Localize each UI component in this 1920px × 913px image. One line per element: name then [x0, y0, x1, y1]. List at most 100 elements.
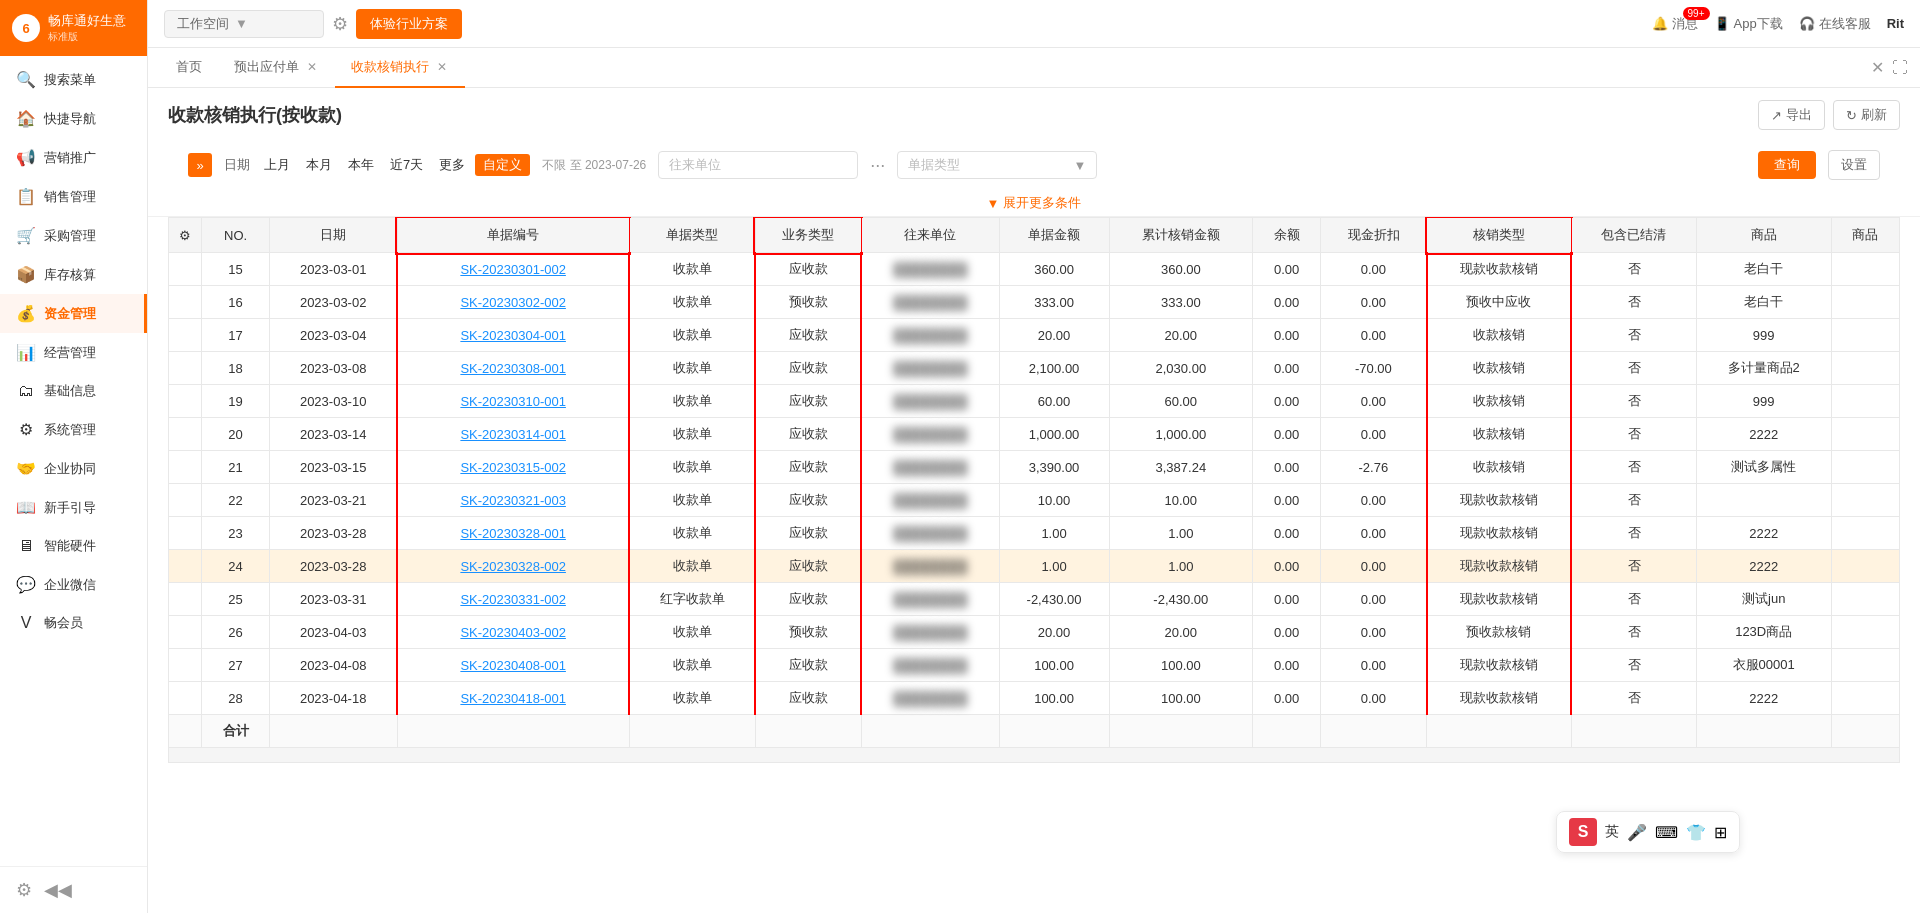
settings-icon[interactable]: ⚙ [16, 879, 32, 901]
cell-bill-type: 收款单 [629, 649, 755, 682]
sidebar-item-purchase[interactable]: 🛒 采购管理 [0, 216, 147, 255]
bill-no-link[interactable]: SK-20230308-001 [460, 361, 566, 376]
bill-no-link[interactable]: SK-20230321-003 [460, 493, 566, 508]
grid-icon[interactable]: ⊞ [1714, 823, 1727, 842]
sidebar-item-guide[interactable]: 📖 新手引导 [0, 488, 147, 527]
cell-cash-discount: 0.00 [1321, 253, 1427, 286]
refresh-button[interactable]: ↻ 刷新 [1833, 100, 1900, 130]
last-7days-btn[interactable]: 近7天 [384, 154, 429, 176]
more-filters-icon[interactable]: ··· [870, 155, 885, 176]
sidebar-item-weixin[interactable]: 💬 企业微信 [0, 565, 147, 604]
total-cell [1571, 715, 1696, 748]
mic-icon[interactable]: 🎤 [1627, 823, 1647, 842]
cell-writeoff-type: 现款收款核销 [1427, 484, 1572, 517]
cell-bill-no[interactable]: SK-20230314-001 [397, 418, 629, 451]
cell-bill-no[interactable]: SK-20230308-001 [397, 352, 629, 385]
custom-date-btn[interactable]: 自定义 [475, 154, 530, 176]
cell-product-img [1831, 484, 1899, 517]
cell-product [1696, 484, 1831, 517]
sidebar-item-shortcut[interactable]: 🏠 快捷导航 [0, 99, 147, 138]
sidebar-item-sales[interactable]: 📋 销售管理 [0, 177, 147, 216]
setting-button[interactable]: 设置 [1828, 150, 1880, 180]
cell-bill-amount: 10.00 [999, 484, 1109, 517]
counterpart-input[interactable]: 往来单位 [658, 151, 858, 179]
cell-bill-no[interactable]: SK-20230403-002 [397, 616, 629, 649]
sidebar-item-operation[interactable]: 📊 经营管理 [0, 333, 147, 372]
sogou-icon: S [1569, 818, 1597, 846]
cell-bill-no[interactable]: SK-20230328-001 [397, 517, 629, 550]
tab-payable[interactable]: 预出应付单 ✕ [218, 48, 335, 88]
sidebar-item-member[interactable]: V 畅会员 [0, 604, 147, 642]
cell-bill-no[interactable]: SK-20230331-002 [397, 583, 629, 616]
tab-payable-close[interactable]: ✕ [305, 58, 319, 76]
cell-cash-discount: 0.00 [1321, 286, 1427, 319]
tab-receipt-exec-close[interactable]: ✕ [435, 58, 449, 76]
bill-no-link[interactable]: SK-20230403-002 [460, 625, 566, 640]
online-service-button[interactable]: 🎧 在线客服 [1799, 15, 1871, 33]
cell-no-icon [169, 352, 202, 385]
cell-bill-no[interactable]: SK-20230418-001 [397, 682, 629, 715]
query-button[interactable]: 查询 [1758, 151, 1816, 179]
shirt-icon[interactable]: 👕 [1686, 823, 1706, 842]
last-month-btn[interactable]: 上月 [258, 154, 296, 176]
app-version: 标准版 [48, 30, 126, 43]
cell-cash-discount: -70.00 [1321, 352, 1427, 385]
sidebar-item-search[interactable]: 🔍 搜索菜单 [0, 60, 147, 99]
collapse-icon[interactable]: ◀◀ [44, 879, 72, 901]
sidebar-item-inventory[interactable]: 📦 库存核算 [0, 255, 147, 294]
cell-bill-no[interactable]: SK-20230321-003 [397, 484, 629, 517]
sidebar-item-corp[interactable]: 🤝 企业协同 [0, 449, 147, 488]
cell-bill-no[interactable]: SK-20230315-002 [397, 451, 629, 484]
bill-no-link[interactable]: SK-20230408-001 [460, 658, 566, 673]
industry-solution-button[interactable]: 体验行业方案 [356, 9, 462, 39]
cell-bill-no[interactable]: SK-20230301-002 [397, 253, 629, 286]
close-tab-icon[interactable]: ✕ [1871, 58, 1884, 77]
settings-gear-icon[interactable]: ⚙ [332, 13, 348, 35]
cell-cash-discount: 0.00 [1321, 616, 1427, 649]
filter-toggle-button[interactable]: » [188, 153, 212, 177]
sidebar-item-label: 营销推广 [44, 149, 96, 167]
bill-no-link[interactable]: SK-20230302-002 [460, 295, 566, 310]
col-setting[interactable]: ⚙ [169, 218, 202, 253]
expand-more-conditions-button[interactable]: ▼ 展开更多条件 [987, 194, 1082, 212]
bill-no-link[interactable]: SK-20230418-001 [460, 691, 566, 706]
sidebar-item-system[interactable]: ⚙ 系统管理 [0, 410, 147, 449]
bill-no-link[interactable]: SK-20230301-002 [460, 262, 566, 277]
keyboard-icon[interactable]: ⌨ [1655, 823, 1678, 842]
cell-balance: 0.00 [1253, 319, 1321, 352]
app-download-button[interactable]: 📱 App下载 [1714, 15, 1783, 33]
bill-no-link[interactable]: SK-20230328-002 [460, 559, 566, 574]
user-profile[interactable]: Rit [1887, 16, 1904, 31]
workspace-selector[interactable]: 工作空间 ▼ [164, 10, 324, 38]
tab-home[interactable]: 首页 [160, 48, 218, 88]
bill-no-link[interactable]: SK-20230331-002 [460, 592, 566, 607]
this-year-btn[interactable]: 本年 [342, 154, 380, 176]
maximize-icon[interactable]: ⛶ [1892, 59, 1908, 77]
cell-bill-type: 收款单 [629, 385, 755, 418]
sidebar-item-finance[interactable]: 💰 资金管理 [0, 294, 147, 333]
cell-bill-no[interactable]: SK-20230310-001 [397, 385, 629, 418]
cell-bill-no[interactable]: SK-20230304-001 [397, 319, 629, 352]
bill-type-select[interactable]: 单据类型 ▼ [897, 151, 1097, 179]
total-cell [861, 715, 999, 748]
tab-receipt-exec[interactable]: 收款核销执行 ✕ [335, 48, 465, 88]
bill-no-link[interactable]: SK-20230310-001 [460, 394, 566, 409]
horizontal-scrollbar[interactable] [169, 748, 1900, 763]
bill-no-link[interactable]: SK-20230314-001 [460, 427, 566, 442]
col-cash-discount: 现金折扣 [1321, 218, 1427, 253]
total-cell [169, 715, 202, 748]
cell-bill-no[interactable]: SK-20230408-001 [397, 649, 629, 682]
cell-bill-no[interactable]: SK-20230302-002 [397, 286, 629, 319]
more-date-btn[interactable]: 更多 [433, 154, 471, 176]
cell-bill-no[interactable]: SK-20230328-002 [397, 550, 629, 583]
cell-balance: 0.00 [1253, 253, 1321, 286]
this-month-btn[interactable]: 本月 [300, 154, 338, 176]
bill-no-link[interactable]: SK-20230315-002 [460, 460, 566, 475]
bill-no-link[interactable]: SK-20230328-001 [460, 526, 566, 541]
bill-no-link[interactable]: SK-20230304-001 [460, 328, 566, 343]
message-button[interactable]: 🔔 消息 99+ [1652, 15, 1698, 33]
sidebar-item-marketing[interactable]: 📢 营销推广 [0, 138, 147, 177]
export-button[interactable]: ↗ 导出 [1758, 100, 1825, 130]
sidebar-item-hardware[interactable]: 🖥 智能硬件 [0, 527, 147, 565]
sidebar-item-base[interactable]: 🗂 基础信息 [0, 372, 147, 410]
